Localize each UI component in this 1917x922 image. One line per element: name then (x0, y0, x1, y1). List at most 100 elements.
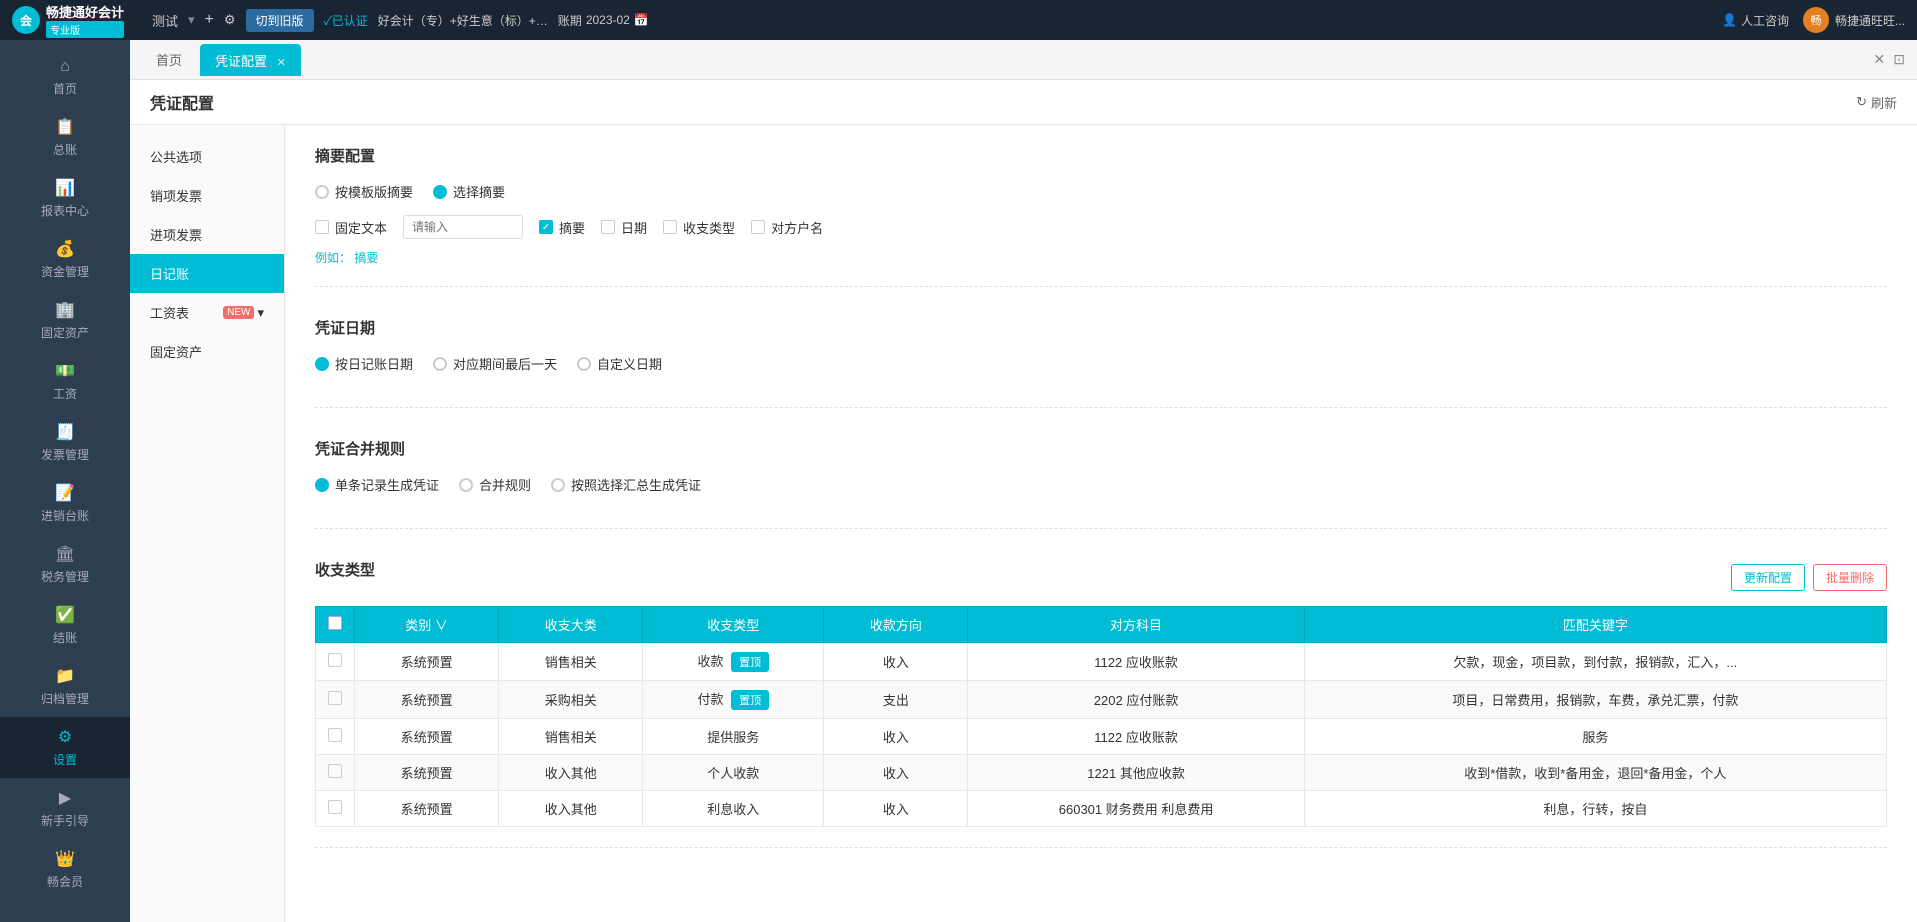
row-1-checkbox[interactable] (328, 653, 342, 667)
col-major: 收支大类 (499, 607, 643, 643)
row-checkbox[interactable] (316, 719, 355, 755)
row-4-checkbox[interactable] (328, 764, 342, 778)
checkbox-income-type-label: 收支类型 (683, 218, 735, 237)
row-checkbox[interactable] (316, 681, 355, 719)
main-area: 首页 凭证配置 ✕ ✕ ⊡ 凭证配置 ↻ 刷新 公共选项 (130, 40, 1917, 922)
row-category: 系统预置 (355, 791, 499, 827)
top-tag-button[interactable]: 置顶 (731, 652, 769, 672)
user-info[interactable]: 畅 畅捷通旺旺... (1803, 7, 1905, 33)
radio-select-summary[interactable]: 选择摘要 (433, 182, 505, 201)
window-close-icon[interactable]: ✕ (1874, 51, 1886, 68)
period-value: 2023-02 (586, 13, 630, 27)
batch-delete-button[interactable]: 批量删除 (1813, 564, 1887, 591)
calendar-icon[interactable]: 📅 (634, 13, 649, 27)
archive-icon: 📁 (55, 666, 75, 686)
update-config-button[interactable]: 更新配置 (1731, 564, 1805, 591)
logo-icon: 会 (12, 6, 40, 34)
page-header: 凭证配置 ↻ 刷新 (130, 80, 1917, 125)
row-subject: 1122 应收账款 (968, 643, 1304, 681)
sidebar-item-reports[interactable]: 📊 报表中心 (0, 168, 130, 229)
sidebar-item-funds[interactable]: 💰 资金管理 (0, 229, 130, 290)
radio-summary-generate[interactable]: 按照选择汇总生成凭证 (551, 475, 701, 494)
radio-template-summary[interactable]: 按模板版摘要 (315, 182, 413, 201)
sidebar-item-archive[interactable]: 📁 归档管理 (0, 656, 130, 717)
row-type: 利息收入 (643, 791, 824, 827)
row-checkbox[interactable] (316, 643, 355, 681)
col-type: 收支类型 (643, 607, 824, 643)
merge-section-title: 凭证合并规则 (315, 438, 1887, 459)
config-nav-output-invoice[interactable]: 销项发票 (130, 176, 284, 215)
row-checkbox[interactable] (316, 755, 355, 791)
row-checkbox[interactable] (316, 791, 355, 827)
radio-period-last-day[interactable]: 对应期间最后一天 (433, 354, 557, 373)
sidebar-item-label: 归档管理 (41, 690, 89, 707)
settings-icon[interactable]: ⚙ (224, 12, 236, 28)
radio-merge-rule[interactable]: 合并规则 (459, 475, 531, 494)
select-all-checkbox[interactable] (328, 616, 342, 630)
config-nav-fixed-assets[interactable]: 固定资产 (130, 332, 284, 371)
sidebar-item-settings[interactable]: ⚙ 设置 (0, 717, 130, 778)
col-category-sort-icon: ∨ (435, 618, 448, 633)
date-section: 凭证日期 按日记账日期 对应期间最后一天 自定义日期 (315, 317, 1887, 408)
row-keywords: 项目，日常费用，报销款，车费，承兑汇票，付款 (1304, 681, 1886, 719)
config-nav-input-invoice[interactable]: 进项发票 (130, 215, 284, 254)
radio-template-circle (315, 185, 329, 199)
tab-home[interactable]: 首页 (142, 44, 196, 75)
username: 畅捷通旺旺... (1835, 12, 1905, 29)
checkbox-counterparty[interactable]: 对方户名 (751, 218, 823, 237)
radio-journal-date[interactable]: 按日记账日期 (315, 354, 413, 373)
add-icon[interactable]: + (205, 11, 214, 29)
switch-version-button[interactable]: 切到旧版 (246, 9, 314, 32)
window-buttons: ✕ ⊡ (1874, 51, 1905, 68)
service-button[interactable]: 👤 人工咨询 (1722, 12, 1789, 29)
row-major: 销售相关 (499, 719, 643, 755)
logo-text: 畅捷通好会计 专业版 (46, 2, 124, 38)
refresh-icon: ↻ (1856, 94, 1867, 110)
radio-custom-date[interactable]: 自定义日期 (577, 354, 662, 373)
checkbox-income-type[interactable]: 收支类型 (663, 218, 735, 237)
checkbox-date[interactable]: 日期 (601, 218, 647, 237)
date-section-title: 凭证日期 (315, 317, 1887, 338)
sidebar-item-purchase-sales[interactable]: 📝 进销台账 (0, 473, 130, 534)
sidebar-item-settlement[interactable]: ✅ 结账 (0, 595, 130, 656)
col-category: 类别 ∨ (355, 607, 499, 643)
tab-close-icon[interactable]: ✕ (277, 57, 286, 69)
sidebar-item-label: 工资 (53, 385, 77, 402)
example-value: 摘要 (354, 251, 378, 265)
new-badge: NEW (223, 306, 254, 319)
sidebar-item-salary[interactable]: 💵 工资 (0, 351, 130, 412)
checkbox-summary-label: 摘要 (559, 218, 585, 237)
window-maximize-icon[interactable]: ⊡ (1893, 51, 1905, 68)
row-3-checkbox[interactable] (328, 728, 342, 742)
checkbox-fixed-text[interactable]: 固定文本 (315, 218, 387, 237)
refresh-button[interactable]: ↻ 刷新 (1856, 93, 1897, 112)
tab-home-label: 首页 (156, 53, 182, 68)
row-5-checkbox[interactable] (328, 800, 342, 814)
sidebar-item-invoice[interactable]: 🧾 发票管理 (0, 412, 130, 473)
top-tag-button-2[interactable]: 置顶 (731, 690, 769, 710)
sidebar-item-ledger[interactable]: 📋 总账 (0, 107, 130, 168)
page-title: 凭证配置 (150, 90, 214, 114)
config-nav-payroll[interactable]: 工资表 NEW ▾ (130, 293, 284, 332)
config-nav-output-label: 销项发票 (150, 189, 202, 204)
config-nav-public[interactable]: 公共选项 (130, 137, 284, 176)
income-section-title: 收支类型 (315, 559, 375, 580)
radio-single-record[interactable]: 单条记录生成凭证 (315, 475, 439, 494)
sidebar-item-fixed-assets[interactable]: 🏢 固定资产 (0, 290, 130, 351)
config-nav-journal[interactable]: 日记账 (130, 254, 284, 293)
config-nav-journal-label: 日记账 (150, 267, 189, 282)
sidebar-item-member[interactable]: 👑 畅会员 (0, 839, 130, 900)
fixed-text-input[interactable] (403, 215, 523, 239)
table-header-checkbox[interactable] (316, 607, 355, 643)
sidebar-item-guide[interactable]: ▶ 新手引导 (0, 778, 130, 839)
row-2-checkbox[interactable] (328, 691, 342, 705)
checkbox-date-label: 日期 (621, 218, 647, 237)
tab-voucher-config[interactable]: 凭证配置 ✕ (200, 44, 301, 76)
row-category: 系统预置 (355, 755, 499, 791)
sidebar-item-tax[interactable]: 🏛 税务管理 (0, 534, 130, 595)
checkbox-summary[interactable]: ✓ 摘要 (539, 218, 585, 237)
checkbox-fixed-text-box (315, 220, 329, 234)
row-subject: 660301 财务费用 利息费用 (968, 791, 1304, 827)
company-dropdown-icon[interactable]: ▾ (188, 12, 195, 28)
sidebar-item-home[interactable]: ⌂ 首页 (0, 48, 130, 107)
